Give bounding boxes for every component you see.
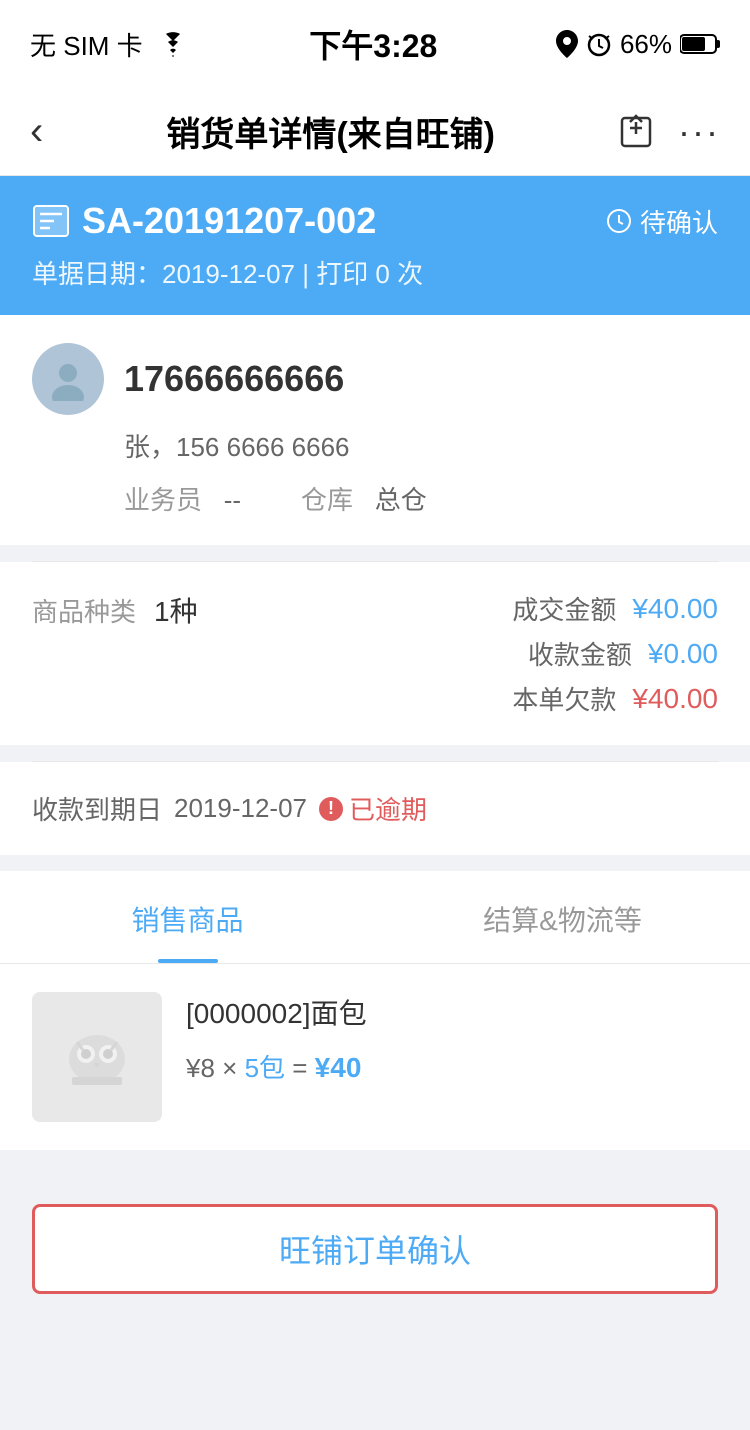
tab-sales-products[interactable]: 销售商品	[0, 871, 375, 963]
order-date: 单据日期：2019-12-07 | 打印 0 次	[32, 254, 718, 291]
product-details: [0000002]面包 ¥8 × 5包 = ¥40	[186, 992, 718, 1085]
overdue-badge: ! 已逾期	[319, 790, 427, 827]
product-name: [0000002]面包	[186, 992, 718, 1032]
kind-label: 商品种类	[32, 592, 136, 629]
more-button[interactable]: ···	[678, 111, 720, 153]
wifi-icon	[155, 31, 191, 57]
battery-percent: 66%	[620, 29, 672, 60]
total-price: ¥40	[315, 1052, 362, 1083]
alarm-icon	[586, 30, 612, 58]
customer-section: 17666666666 张，156 6666 6666 业务员 -- 仓库 总仓	[0, 315, 750, 545]
due-label: 收款到期日	[32, 790, 162, 827]
confirm-button[interactable]: 旺铺订单确认	[32, 1204, 718, 1294]
sales-item: 业务员 --	[124, 480, 241, 517]
kind-val: 1种	[154, 590, 198, 630]
clock-icon	[606, 208, 632, 234]
order-summary: 商品种类 1种 成交金额 ¥40.00 收款金额 ¥0.00 本单欠款 ¥40.…	[0, 562, 750, 745]
receipt-val: ¥0.00	[648, 638, 718, 670]
customer-meta: 业务员 -- 仓库 总仓	[32, 480, 718, 517]
status-time: 下午3:28	[309, 21, 437, 67]
warehouse-item: 仓库 总仓	[301, 480, 427, 517]
confirm-button-container: 旺铺订单确认	[0, 1184, 750, 1334]
amount-label: 成交金额	[512, 590, 616, 627]
overdue-text: 已逾期	[349, 790, 427, 827]
due-date-section: 收款到期日 2019-12-07 ! 已逾期	[0, 762, 750, 855]
back-button[interactable]: ‹	[30, 109, 43, 154]
sales-label: 业务员	[124, 485, 202, 515]
sim-status: 无 SIM 卡	[30, 26, 143, 63]
product-thumbnail	[32, 992, 162, 1122]
equals: =	[285, 1053, 315, 1083]
receipt-row: 收款金额 ¥0.00	[528, 635, 718, 672]
customer-name: 张，156 6666 6666	[32, 427, 718, 464]
debt-label: 本单欠款	[512, 680, 616, 717]
page-title: 销货单详情(来自旺铺)	[166, 107, 495, 156]
receipt-label: 收款金额	[528, 635, 632, 672]
nav-icons: ···	[618, 111, 720, 153]
tab-settlement[interactable]: 结算&物流等	[375, 871, 750, 963]
status-right: 66%	[556, 29, 720, 60]
product-thumb-placeholder	[62, 1027, 132, 1087]
status-left: 无 SIM 卡	[30, 26, 191, 63]
tabs: 销售商品 结算&物流等	[0, 871, 750, 964]
overdue-icon: !	[319, 797, 343, 821]
sales-val: --	[224, 485, 241, 515]
amounts: 成交金额 ¥40.00 收款金额 ¥0.00 本单欠款 ¥40.00	[512, 590, 718, 717]
quantity: 5包	[245, 1053, 285, 1083]
order-status: 待确认	[606, 203, 718, 240]
location-icon	[556, 30, 578, 58]
price-formula: ¥8 ×	[186, 1053, 245, 1083]
order-banner: SA-20191207-002 待确认 单据日期：2019-12-07 | 打印…	[0, 176, 750, 315]
nav-bar: ‹ 销货单详情(来自旺铺) ···	[0, 88, 750, 176]
amount-row: 成交金额 ¥40.00	[512, 590, 718, 627]
amount-val: ¥40.00	[632, 593, 718, 625]
order-id: SA-20191207-002	[32, 200, 376, 242]
share-icon[interactable]	[618, 114, 654, 150]
product-item: [0000002]面包 ¥8 × 5包 = ¥40	[0, 964, 750, 1150]
confirm-label: 旺铺订单确认	[279, 1226, 471, 1272]
product-price: ¥8 × 5包 = ¥40	[186, 1048, 718, 1085]
due-date: 2019-12-07	[174, 793, 307, 824]
avatar	[32, 343, 104, 415]
status-bar: 无 SIM 卡 下午3:28 66%	[0, 0, 750, 88]
debt-val: ¥40.00	[632, 683, 718, 715]
order-icon	[32, 204, 70, 238]
section-divider	[0, 855, 750, 871]
product-kind: 商品种类 1种	[32, 590, 198, 630]
warehouse-label: 仓库	[301, 485, 353, 515]
debt-row: 本单欠款 ¥40.00	[512, 680, 718, 717]
customer-phone: 17666666666	[124, 358, 344, 400]
warehouse-val: 总仓	[375, 485, 427, 515]
battery-icon	[680, 33, 720, 55]
